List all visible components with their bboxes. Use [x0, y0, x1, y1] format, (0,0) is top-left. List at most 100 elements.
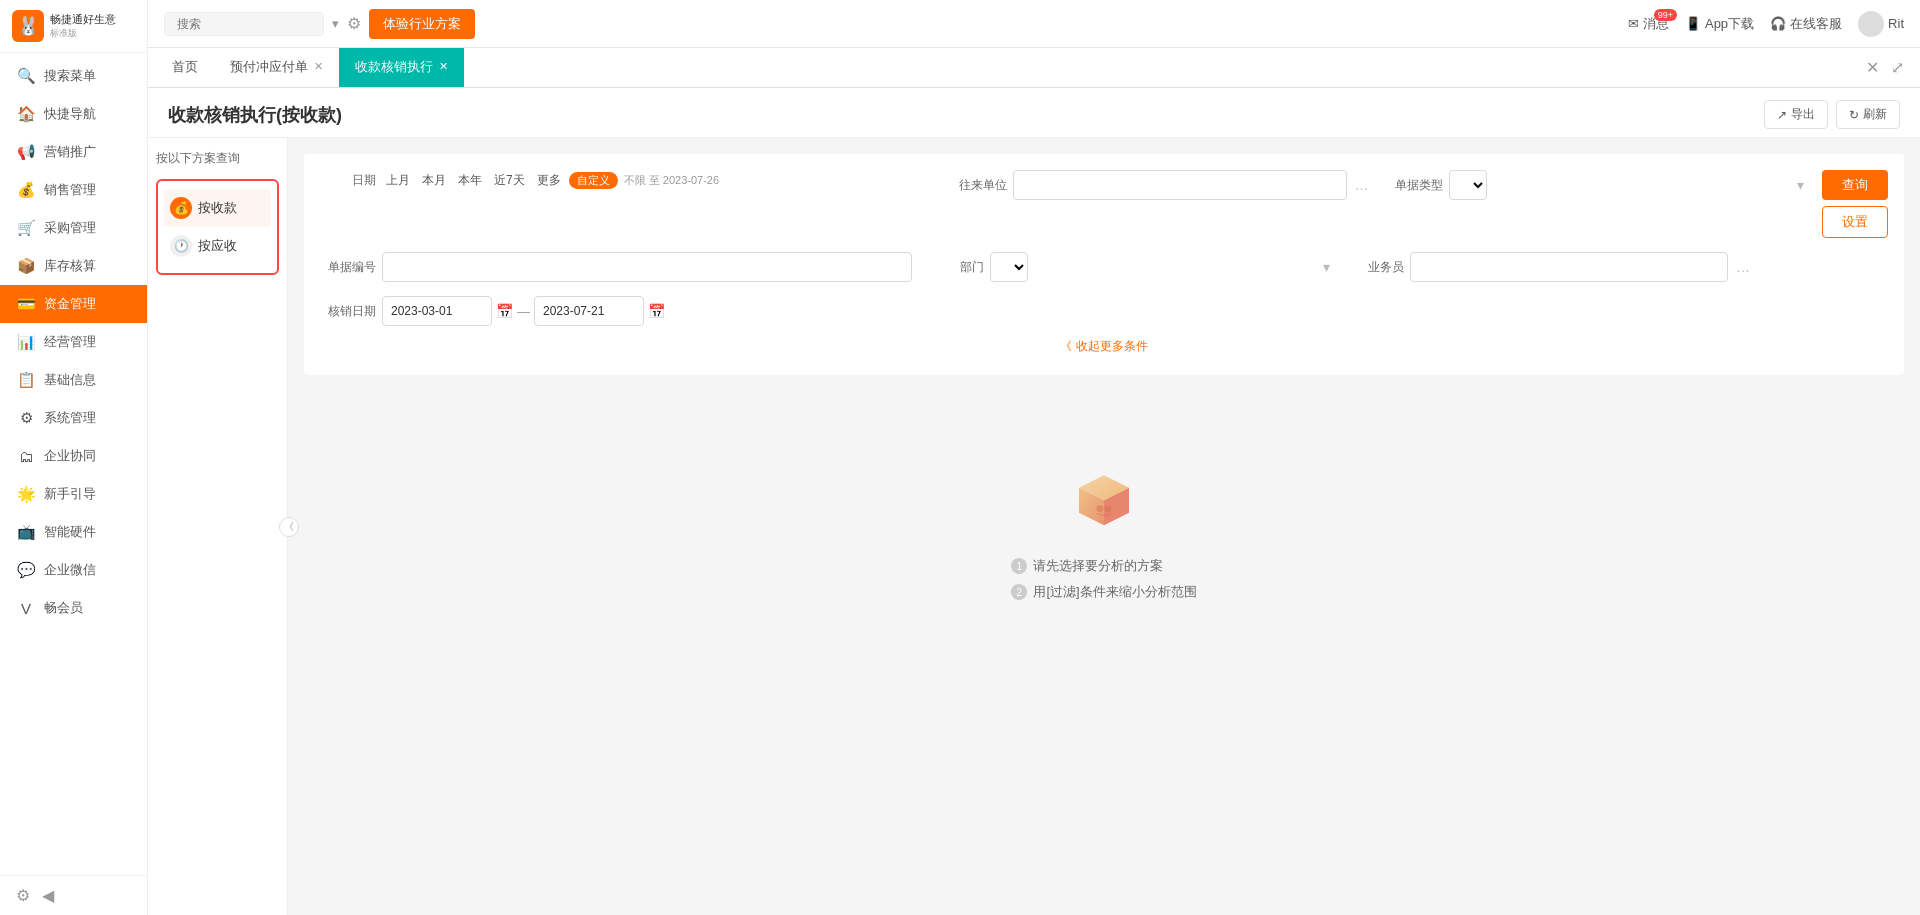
operations-label: 经营管理	[44, 333, 96, 351]
filter-by-receipt[interactable]: 💰 按收款	[164, 189, 271, 227]
page-actions: ↗ 导出 ↻ 刷新	[1764, 100, 1900, 137]
system-icon: ⚙	[16, 409, 36, 427]
employee-ellipsis-icon[interactable]: …	[1734, 259, 1752, 275]
date-quick-links: 上月 本月 本年 近7天 更多 自定义	[382, 170, 618, 191]
dept-label: 部门	[928, 259, 984, 276]
inventory-label: 库存核算	[44, 257, 96, 275]
filter-form: 日期 上月 本月 本年 近7天 更多 自定义 不限 至	[304, 154, 1904, 375]
query-button[interactable]: 查询	[1822, 170, 1888, 200]
receipt-close-icon[interactable]: ✕	[439, 60, 448, 73]
form-actions: 查询 设置	[1822, 170, 1888, 238]
receipt-filter-icon: 💰	[170, 197, 192, 219]
sidebar-item-search-menu[interactable]: 🔍 搜索菜单	[0, 57, 147, 95]
refresh-icon: ↻	[1849, 108, 1859, 122]
offset-date-to-cal-icon[interactable]: 📅	[648, 303, 665, 319]
search-input[interactable]	[164, 12, 324, 36]
tab-receipt-offset[interactable]: 收款核销执行 ✕	[339, 48, 464, 87]
industry-solution-button[interactable]: 体验行业方案	[369, 9, 475, 39]
tab-prepay[interactable]: 预付冲应付单 ✕	[214, 48, 339, 87]
offset-date-to-input[interactable]	[534, 296, 644, 326]
date-last-month[interactable]: 上月	[382, 170, 414, 191]
hardware-label: 智能硬件	[44, 523, 96, 541]
sidebar-item-enterprise[interactable]: 🗂企业协同	[0, 437, 147, 475]
filter-by-receivable[interactable]: 🕐 按应收	[164, 227, 271, 265]
user-info[interactable]: Rit	[1858, 11, 1904, 37]
settings-icon[interactable]: ⚙	[347, 14, 361, 33]
quick-nav-label: 快捷导航	[44, 105, 96, 123]
sidebar-item-system[interactable]: ⚙系统管理	[0, 399, 147, 437]
sidebar-item-wechat[interactable]: 💬 企业微信	[0, 551, 147, 589]
tabs-bar: 首页 预付冲应付单 ✕ 收款核销执行 ✕ ✕ ⤢	[148, 48, 1920, 88]
tab-close-all-icon[interactable]: ✕	[1862, 58, 1883, 77]
sidebar: 🐰 畅捷通好生意 标准版 🔍搜索菜单🏠快捷导航📢营销推广💰销售管理🛒采购管理📦库…	[0, 0, 148, 915]
doc-no-label: 单据编号	[320, 259, 376, 276]
filter-sidebar: 按以下方案查询 💰 按收款 🕐 按应收 《	[148, 138, 288, 915]
wechat-label: 企业微信	[44, 561, 96, 579]
filter-option-box: 💰 按收款 🕐 按应收	[156, 179, 279, 275]
export-button[interactable]: ↗ 导出	[1764, 100, 1828, 129]
message-button[interactable]: ✉ 消息 99+	[1628, 15, 1669, 33]
date-this-year[interactable]: 本年	[454, 170, 486, 191]
search-dropdown-icon[interactable]: ▾	[332, 16, 339, 31]
basic-info-label: 基础信息	[44, 371, 96, 389]
online-service-link[interactable]: 🎧 在线客服	[1770, 15, 1842, 33]
partner-input[interactable]	[1013, 170, 1346, 200]
sidebar-item-purchase[interactable]: 🛒采购管理	[0, 209, 147, 247]
date-7days[interactable]: 近7天	[490, 170, 529, 191]
employee-input[interactable]	[1410, 252, 1728, 282]
dept-select[interactable]	[990, 252, 1028, 282]
search-menu-label: 搜索菜单	[44, 67, 96, 85]
sidebar-item-marketing[interactable]: 📢营销推广	[0, 133, 147, 171]
app-download-link[interactable]: 📱 App下载	[1685, 15, 1754, 33]
sidebar-item-quick-nav[interactable]: 🏠快捷导航	[0, 95, 147, 133]
prepay-close-icon[interactable]: ✕	[314, 60, 323, 73]
doc-type-arrow-icon: ▾	[1795, 177, 1806, 193]
refresh-button[interactable]: ↻ 刷新	[1836, 100, 1900, 129]
partner-ellipsis-icon[interactable]: …	[1353, 177, 1371, 193]
doc-type-select[interactable]	[1449, 170, 1487, 200]
date-this-month[interactable]: 本月	[418, 170, 450, 191]
sidebar-item-member[interactable]: V畅会员	[0, 589, 147, 627]
sidebar-collapse-icon[interactable]: ◀	[42, 886, 54, 905]
offset-date-from-input[interactable]	[382, 296, 492, 326]
empty-tip-1: 1 请先选择要分析的方案	[1011, 557, 1196, 575]
search-menu-icon: 🔍	[16, 67, 36, 85]
prepay-tab-label: 预付冲应付单	[230, 58, 308, 76]
avatar	[1858, 11, 1884, 37]
setting-button[interactable]: 设置	[1822, 206, 1888, 238]
tip-number-1: 1	[1011, 558, 1027, 574]
logo-text: 畅捷通好生意	[50, 12, 116, 26]
wechat-icon: 💬	[16, 561, 36, 579]
inventory-icon: 📦	[16, 257, 36, 275]
purchase-label: 采购管理	[44, 219, 96, 237]
message-icon: ✉	[1628, 16, 1639, 31]
sales-label: 销售管理	[44, 181, 96, 199]
content-area: 按以下方案查询 💰 按收款 🕐 按应收 《	[148, 138, 1920, 915]
sidebar-item-basic-info[interactable]: 📋 基础信息	[0, 361, 147, 399]
settings-gear-icon[interactable]: ⚙	[16, 886, 30, 905]
filter-sidebar-collapse-btn[interactable]: 《	[279, 517, 299, 537]
date-custom-tag[interactable]: 自定义	[569, 172, 618, 189]
basic-info-icon: 📋	[16, 371, 36, 389]
date-label: 日期	[320, 172, 376, 189]
sidebar-item-inventory[interactable]: 📦 库存核算	[0, 247, 147, 285]
sidebar-item-sales[interactable]: 💰销售管理	[0, 171, 147, 209]
offset-date-separator: —	[517, 304, 530, 319]
offset-date-from-cal-icon[interactable]: 📅	[496, 303, 513, 319]
collapse-more-button[interactable]: 《 收起更多条件	[1060, 338, 1148, 355]
sidebar-item-hardware[interactable]: 📺智能硬件	[0, 513, 147, 551]
sidebar-item-finance[interactable]: 💳 资金管理	[0, 285, 147, 323]
tab-home[interactable]: 首页	[156, 48, 214, 87]
sidebar-item-operations[interactable]: 📊经营管理	[0, 323, 147, 361]
sidebar-item-guide[interactable]: 🌟新手引导	[0, 475, 147, 513]
svg-point-3	[1097, 505, 1104, 512]
enterprise-label: 企业协同	[44, 447, 96, 465]
doc-no-input[interactable]	[382, 252, 912, 282]
logo-icon: 🐰	[12, 10, 44, 42]
finance-label: 资金管理	[44, 295, 96, 313]
tabs-controls: ✕ ⤢	[1862, 48, 1912, 87]
date-more[interactable]: 更多	[533, 170, 565, 191]
finance-icon: 💳	[16, 295, 36, 313]
tab-expand-icon[interactable]: ⤢	[1887, 58, 1908, 77]
tip-number-2: 2	[1011, 584, 1027, 600]
